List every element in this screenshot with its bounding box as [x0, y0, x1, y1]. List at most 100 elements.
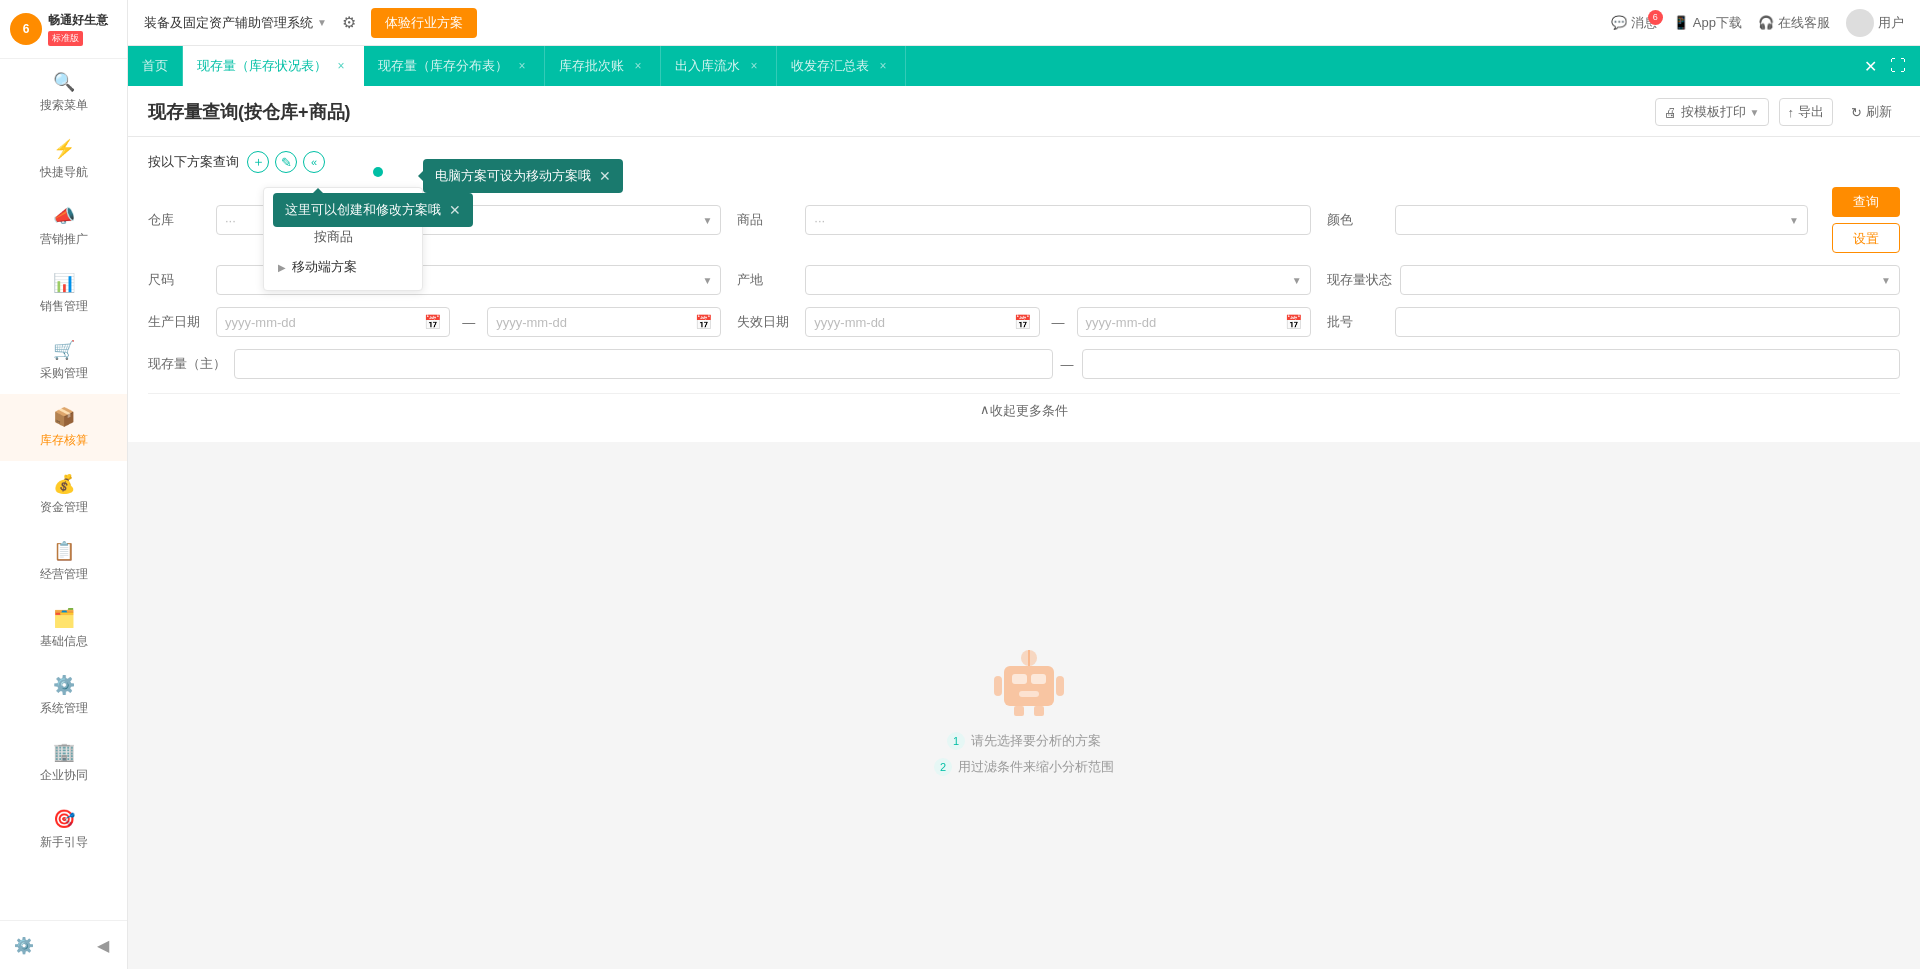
edit-schema-btn[interactable]: ✎ [275, 151, 297, 173]
mobile-schema-group[interactable]: ▶ 移动端方案 [264, 254, 422, 280]
color-select[interactable]: ▼ [1395, 205, 1808, 235]
inv-qty-from[interactable] [234, 349, 1053, 379]
purchase-icon: 🛒 [53, 339, 75, 361]
collapse-bar[interactable]: ∧ 收起更多条件 [148, 393, 1900, 428]
mobile-icon: 📱 [1673, 15, 1689, 30]
system-select[interactable]: 装备及固定资产辅助管理系统 ▼ [144, 14, 327, 32]
system-settings-icon[interactable]: ⚙ [335, 9, 363, 37]
system-title: 装备及固定资产辅助管理系统 [144, 14, 313, 32]
svg-rect-7 [1056, 676, 1064, 696]
sidebar-item-operations[interactable]: 📋 经营管理 [0, 528, 127, 595]
tab-close-dist[interactable]: × [514, 58, 530, 74]
tab-close-inout[interactable]: × [746, 58, 762, 74]
refresh-btn[interactable]: ↻ 刷新 [1843, 99, 1900, 125]
back-schema-btn[interactable]: « [303, 151, 325, 173]
tab-maximize-icon[interactable]: ⛶ [1884, 52, 1912, 80]
inventory-status-select[interactable]: ▼ [1400, 265, 1900, 295]
tab-close-inventory-status[interactable]: × [333, 58, 349, 74]
add-schema-btn[interactable]: ＋ [247, 151, 269, 173]
system-icon: ⚙️ [53, 674, 75, 696]
app-download[interactable]: 📱 App下载 [1673, 14, 1742, 32]
sidebar: 6 畅通好生意 标准版 🔍 搜索菜单 ⚡ 快捷导航 📣 营销推广 📊 销售管理 … [0, 0, 128, 969]
hint-num-2: 2 [934, 758, 952, 776]
export-btn[interactable]: ↑ 导出 [1779, 98, 1834, 126]
online-service[interactable]: 🎧 在线客服 [1758, 14, 1830, 32]
tab-home[interactable]: 首页 [128, 46, 183, 86]
sidebar-item-sales[interactable]: 📊 销售管理 [0, 260, 127, 327]
user-avatar [1846, 9, 1874, 37]
sidebar-item-inventory[interactable]: 📦 库存核算 [0, 394, 127, 461]
logo-text-area: 畅通好生意 标准版 [48, 12, 108, 46]
print-dropdown: ▼ [1750, 107, 1760, 118]
sidebar-label-operations: 经营管理 [40, 566, 88, 583]
sidebar-bottom: ⚙️ ◀ [0, 920, 127, 969]
collapse-sidebar-icon[interactable]: ◀ [89, 931, 117, 959]
sidebar-label-basic: 基础信息 [40, 633, 88, 650]
product-dots: ··· [814, 213, 825, 228]
filter-inventory-status: 现存量状态 ▼ [1327, 265, 1900, 295]
prod-date-from[interactable]: yyyy-mm-dd 📅 [216, 307, 450, 337]
hint-text-1: 请先选择要分析的方案 [971, 732, 1101, 750]
sidebar-item-search[interactable]: 🔍 搜索菜单 [0, 59, 127, 126]
sidebar-item-marketing[interactable]: 📣 营销推广 [0, 193, 127, 260]
tab-collect-label: 收发存汇总表 [791, 57, 869, 75]
search-button[interactable]: 查询 [1832, 187, 1900, 217]
operations-icon: 📋 [53, 540, 75, 562]
tab-inventory-dist-label: 现存量（库存分布表） [378, 57, 508, 75]
prod-date-to[interactable]: yyyy-mm-dd 📅 [487, 307, 721, 337]
tab-inventory-dist[interactable]: 现存量（库存分布表） × [364, 46, 545, 86]
header-left: 装备及固定资产辅助管理系统 ▼ ⚙ 体验行业方案 [144, 8, 477, 38]
marketing-icon: 📣 [53, 205, 75, 227]
sidebar-item-assets[interactable]: 💰 资金管理 [0, 461, 127, 528]
username-label: 用户 [1878, 14, 1904, 32]
sidebar-item-quick-nav[interactable]: ⚡ 快捷导航 [0, 126, 127, 193]
tab-close-all-icon[interactable]: ✕ [1856, 52, 1884, 80]
system-dropdown-arrow: ▼ [317, 17, 327, 28]
sidebar-item-enterprise[interactable]: 🏢 企业协同 [0, 729, 127, 796]
filter-origin: 产地 ▼ [737, 265, 1310, 295]
expire-date-from[interactable]: yyyy-mm-dd 📅 [805, 307, 1039, 337]
page-title: 现存量查询(按仓库+商品) [148, 100, 351, 124]
experience-btn[interactable]: 体验行业方案 [371, 8, 477, 38]
sidebar-label-quick: 快捷导航 [40, 164, 88, 181]
sidebar-item-guide[interactable]: 🎯 新手引导 [0, 796, 127, 863]
tooltip-pc-schema: 电脑方案可设为移动方案哦 ✕ [423, 159, 623, 193]
settings-bottom-icon[interactable]: ⚙️ [10, 931, 38, 959]
origin-label: 产地 [737, 271, 797, 289]
inventory-status-label: 现存量状态 [1327, 271, 1392, 289]
reset-button[interactable]: 设置 [1832, 223, 1900, 253]
tab-close-collect[interactable]: × [875, 58, 891, 74]
origin-select[interactable]: ▼ [805, 265, 1310, 295]
svg-rect-3 [1012, 674, 1027, 684]
sidebar-logo: 6 畅通好生意 标准版 [0, 0, 127, 59]
notification-area[interactable]: 💬 6 6 消息 [1611, 14, 1657, 32]
product-select[interactable]: ··· [805, 205, 1310, 235]
tooltip1-close-btn[interactable]: ✕ [599, 168, 611, 184]
guide-dot-1 [373, 167, 383, 177]
inv-qty-to[interactable] [1082, 349, 1901, 379]
sales-icon: 📊 [53, 272, 75, 294]
filter-label: 按以下方案查询 [148, 153, 239, 171]
color-arrow: ▼ [1789, 215, 1799, 226]
sidebar-label-inventory: 库存核算 [40, 432, 88, 449]
page-header-area: 现存量查询(按仓库+商品) 🖨 按模板打印 ▼ ↑ 导出 ↻ 刷新 [128, 86, 1920, 137]
sidebar-item-basic-info[interactable]: 🗂️ 基础信息 [0, 595, 127, 662]
tab-inventory-status[interactable]: 现存量（库存状况表） × [183, 46, 364, 86]
tab-collect-summary[interactable]: 收发存汇总表 × [777, 46, 906, 86]
print-btn[interactable]: 🖨 按模板打印 ▼ [1655, 98, 1769, 126]
user-area[interactable]: 用户 [1846, 9, 1904, 37]
sidebar-item-purchase[interactable]: 🛒 采购管理 [0, 327, 127, 394]
prod-date-to-val: yyyy-mm-dd [496, 315, 567, 330]
page-content: 现存量查询(按仓库+商品) 🖨 按模板打印 ▼ ↑ 导出 ↻ 刷新 [128, 86, 1920, 969]
sidebar-label-guide: 新手引导 [40, 834, 88, 851]
pc-schema-item-1[interactable]: 按商品 [284, 224, 422, 250]
tooltip2-close-btn[interactable]: ✕ [449, 202, 461, 218]
expire-date-to[interactable]: yyyy-mm-dd 📅 [1077, 307, 1311, 337]
prod-date-from-val: yyyy-mm-dd [225, 315, 296, 330]
tab-inout-flow[interactable]: 出入库流水 × [661, 46, 777, 86]
batch-no-input[interactable] [1395, 307, 1900, 337]
prod-date-to-icon: 📅 [695, 314, 712, 330]
sidebar-item-system[interactable]: ⚙️ 系统管理 [0, 662, 127, 729]
tab-close-batch[interactable]: × [630, 58, 646, 74]
tab-batch-account[interactable]: 库存批次账 × [545, 46, 661, 86]
